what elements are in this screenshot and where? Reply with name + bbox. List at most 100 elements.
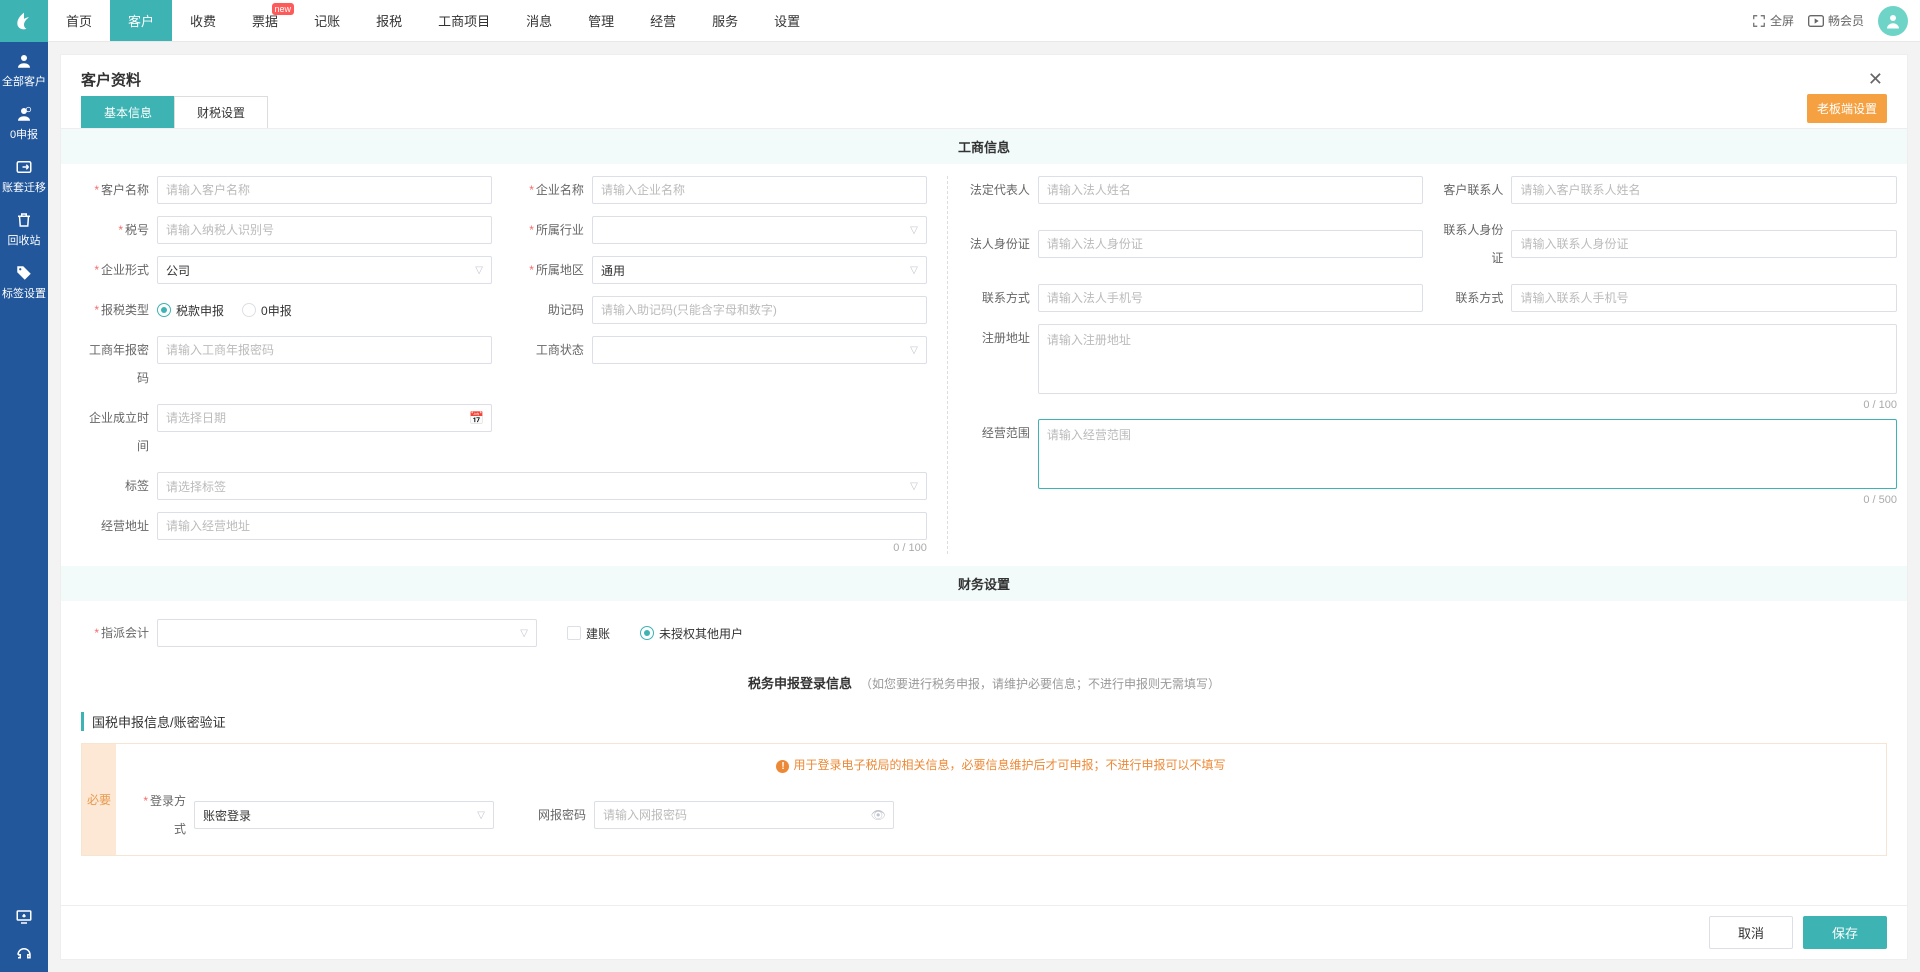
monitor-icon xyxy=(15,908,33,926)
eye-off-icon[interactable]: 👁 xyxy=(871,808,886,822)
chevron-down-icon: ▽ xyxy=(910,481,918,492)
region-select[interactable]: 通用▽ xyxy=(592,256,927,284)
form-body[interactable]: 工商信息 客户名称 税号 企业形式公司▽ 报税类型 税款申报 0申报 xyxy=(61,129,1907,905)
avatar[interactable] xyxy=(1878,6,1908,36)
trash-icon xyxy=(15,211,33,229)
cancel-button[interactable]: 取消 xyxy=(1709,916,1793,949)
industry-select[interactable]: ▽ xyxy=(592,216,927,244)
required-tag: 必要 xyxy=(82,744,116,855)
logo[interactable] xyxy=(0,0,48,42)
nav-settings[interactable]: 设置 xyxy=(756,0,818,41)
main: 客户资料 ✕ 基本信息 财税设置 老板端设置 工商信息 客户名称 税号 企业形式… xyxy=(48,42,1920,972)
label-tags: 标签 xyxy=(81,472,157,500)
sidebar-tags[interactable]: 标签设置 xyxy=(0,254,48,307)
company-form-select[interactable]: 公司▽ xyxy=(157,256,492,284)
company-name-input[interactable] xyxy=(592,176,927,204)
section-shuiwu: 税务申报登录信息（如您要进行税务申报，请维护必要信息；不进行申报则无需填写） xyxy=(61,665,1907,700)
tags-select[interactable]: 请选择标签▽ xyxy=(157,472,927,500)
tab-fintax[interactable]: 财税设置 xyxy=(174,96,268,128)
user-badge-icon xyxy=(15,105,33,123)
web-pwd-input[interactable] xyxy=(594,801,894,829)
biz-addr-counter: 0 / 100 xyxy=(81,542,927,554)
label-customer-contact: 客户联系人 xyxy=(1441,176,1511,204)
status-select[interactable]: ▽ xyxy=(592,336,927,364)
radio-tax-declare[interactable]: 税款申报 xyxy=(157,302,224,319)
user-icon xyxy=(1884,12,1902,30)
users-icon xyxy=(15,52,33,70)
new-badge: new xyxy=(272,3,295,15)
legal-person-input[interactable] xyxy=(1038,176,1424,204)
assign-accountant-select[interactable]: ▽ xyxy=(157,619,537,647)
boss-settings-button[interactable]: 老板端设置 xyxy=(1807,94,1887,123)
label-region: 所属地区 xyxy=(516,256,592,284)
headset-icon xyxy=(15,945,33,963)
label-legal-id: 法人身份证 xyxy=(968,230,1038,258)
sidebar-all-customers[interactable]: 全部客户 xyxy=(0,42,48,95)
contact-phone-input[interactable] xyxy=(1511,284,1897,312)
tax-type-radio-group: 税款申报 0申报 xyxy=(157,296,492,324)
sidebar-zero-report[interactable]: 0申报 xyxy=(0,95,48,148)
nav-customer[interactable]: 客户 xyxy=(110,0,172,41)
nav-service[interactable]: 服务 xyxy=(694,0,756,41)
radio-zero-declare[interactable]: 0申报 xyxy=(242,302,292,319)
label-legal-phone: 联系方式 xyxy=(968,284,1038,312)
legal-phone-input[interactable] xyxy=(1038,284,1424,312)
create-account-checkbox[interactable]: 建账 xyxy=(567,625,610,642)
tag-icon xyxy=(15,264,33,282)
no-auth-radio[interactable]: 未授权其他用户 xyxy=(640,625,743,642)
chevron-down-icon: ▽ xyxy=(910,225,918,236)
customer-contact-input[interactable] xyxy=(1511,176,1897,204)
reg-addr-counter: 0 / 100 xyxy=(968,399,1897,411)
save-button[interactable]: 保存 xyxy=(1803,916,1887,949)
sidebar-migrate[interactable]: 账套迁移 xyxy=(0,148,48,201)
label-company-name: 企业名称 xyxy=(516,176,592,204)
label-biz-scope: 经营范围 xyxy=(968,419,1038,447)
nav-tax[interactable]: 报税 xyxy=(358,0,420,41)
mnemonic-input[interactable] xyxy=(592,296,927,324)
nav-home[interactable]: 首页 xyxy=(48,0,110,41)
nav-right: 全屏 畅会员 xyxy=(1752,6,1920,36)
customer-name-input[interactable] xyxy=(157,176,492,204)
label-biz-addr: 经营地址 xyxy=(81,512,157,540)
biz-scope-textarea[interactable] xyxy=(1038,419,1897,489)
calendar-icon: 📅 xyxy=(469,411,484,425)
sidebar-recycle[interactable]: 回收站 xyxy=(0,201,48,254)
tab-basic[interactable]: 基本信息 xyxy=(81,96,175,128)
fullscreen-button[interactable]: 全屏 xyxy=(1752,12,1794,29)
biz-addr-input[interactable] xyxy=(157,512,927,540)
top-nav: 首页 客户 收费 票据new 记账 报税 工商项目 消息 管理 经营 服务 设置… xyxy=(0,0,1920,42)
close-button[interactable]: ✕ xyxy=(1864,69,1887,90)
nav-manage[interactable]: 管理 xyxy=(570,0,632,41)
label-annual-pwd: 工商年报密码 xyxy=(81,336,157,392)
establish-date-input[interactable] xyxy=(157,404,492,432)
member-button[interactable]: 畅会员 xyxy=(1808,12,1864,29)
nav-invoice[interactable]: 票据new xyxy=(234,0,296,41)
label-status: 工商状态 xyxy=(516,336,592,364)
tabs: 基本信息 财税设置 老板端设置 xyxy=(61,96,1907,129)
label-company-form: 企业形式 xyxy=(81,256,157,284)
export-icon xyxy=(15,158,33,176)
sidebar-support[interactable] xyxy=(0,935,48,972)
nav-project[interactable]: 工商项目 xyxy=(420,0,508,41)
legal-id-input[interactable] xyxy=(1038,230,1424,258)
guoshui-heading: 国税申报信息/账密验证 xyxy=(81,712,1887,731)
nav-message[interactable]: 消息 xyxy=(508,0,570,41)
chevron-down-icon: ▽ xyxy=(477,810,485,821)
sidebar: 全部客户 0申报 账套迁移 回收站 标签设置 xyxy=(0,42,48,972)
login-method-select[interactable]: 账密登录▽ xyxy=(194,801,494,829)
fullscreen-icon xyxy=(1752,14,1766,28)
sidebar-download[interactable] xyxy=(0,898,48,935)
contact-id-input[interactable] xyxy=(1511,230,1897,258)
nav-bookkeep[interactable]: 记账 xyxy=(296,0,358,41)
chevron-down-icon: ▽ xyxy=(475,265,483,276)
label-login-method: 登录方式 xyxy=(134,787,194,843)
nav-operate[interactable]: 经营 xyxy=(632,0,694,41)
nav-fee[interactable]: 收费 xyxy=(172,0,234,41)
reg-addr-textarea[interactable] xyxy=(1038,324,1897,394)
annual-pwd-input[interactable] xyxy=(157,336,492,364)
label-reg-addr: 注册地址 xyxy=(968,324,1038,352)
panel: 客户资料 ✕ 基本信息 财税设置 老板端设置 工商信息 客户名称 税号 企业形式… xyxy=(60,54,1908,960)
chevron-down-icon: ▽ xyxy=(520,628,528,639)
label-tax-type: 报税类型 xyxy=(81,296,157,324)
tax-no-input[interactable] xyxy=(157,216,492,244)
